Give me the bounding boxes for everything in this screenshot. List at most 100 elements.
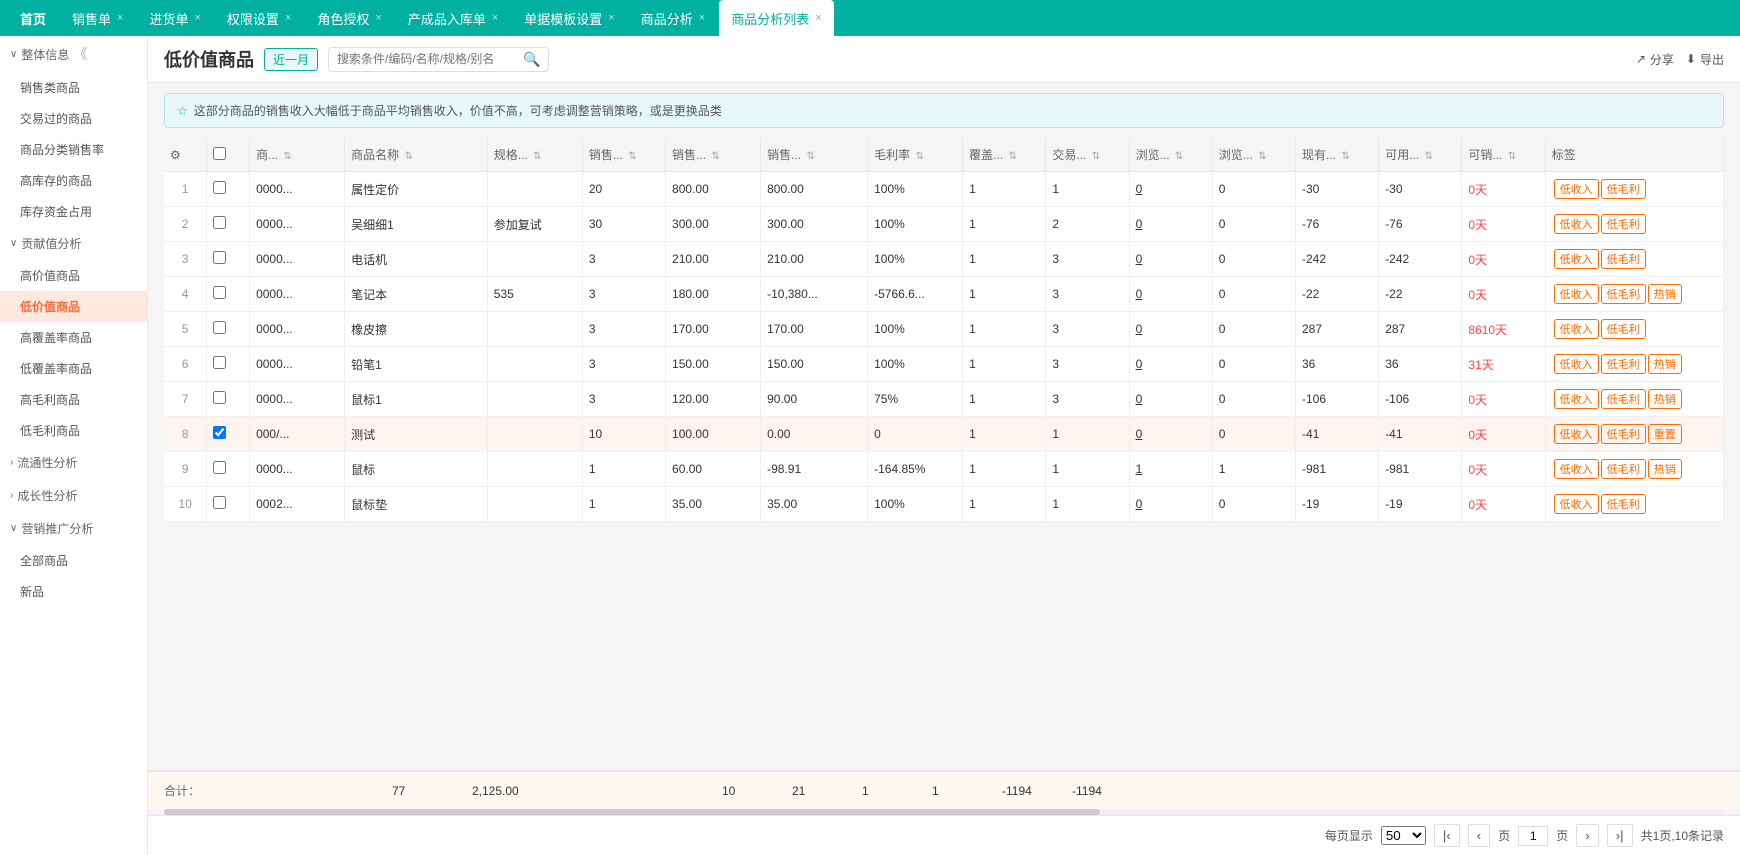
nav-tab-permission[interactable]: 权限设置 × — [215, 0, 303, 36]
browse-link[interactable]: 0 — [1136, 392, 1143, 406]
search-input[interactable] — [337, 52, 517, 66]
row-checkbox[interactable] — [213, 461, 226, 474]
row-checkbox-cell[interactable] — [207, 347, 250, 382]
sidebar-item-low-coverage[interactable]: 低覆盖率商品 — [0, 353, 147, 384]
row-checkbox[interactable] — [213, 426, 226, 439]
close-icon[interactable]: × — [815, 12, 821, 24]
sidebar-item-new-goods[interactable]: 新品 — [0, 576, 147, 607]
sidebar-item-low-margin[interactable]: 低毛利商品 — [0, 415, 147, 446]
th-sales-amount[interactable]: 销售... ⇅ — [666, 138, 761, 172]
th-margin-rate[interactable]: 毛利率 ⇅ — [868, 138, 963, 172]
sidebar-item-stock-capital[interactable]: 库存资金占用 — [0, 196, 147, 227]
row-browse2: 0 — [1212, 312, 1295, 347]
row-checkbox-cell[interactable] — [207, 242, 250, 277]
browse-link[interactable]: 0 — [1136, 217, 1143, 231]
share-button[interactable]: ↗ 分享 — [1636, 51, 1674, 68]
row-checkbox[interactable] — [213, 181, 226, 194]
select-all-checkbox[interactable] — [213, 147, 226, 160]
settings-icon[interactable]: ⚙ — [170, 148, 181, 162]
th-sales-profit[interactable]: 销售... ⇅ — [761, 138, 868, 172]
sidebar-item-sales-goods[interactable]: 销售类商品 — [0, 72, 147, 103]
browse-link[interactable]: 0 — [1136, 322, 1143, 336]
row-checkbox-cell[interactable] — [207, 172, 250, 207]
th-sales-qty[interactable]: 销售... ⇅ — [582, 138, 665, 172]
close-icon[interactable]: × — [492, 12, 498, 24]
export-button[interactable]: ⬇ 导出 — [1686, 51, 1724, 68]
th-transaction[interactable]: 交易... ⇅ — [1046, 138, 1129, 172]
table-row: 4 0000... 笔记本 535 3 180.00 -10,380... -5… — [164, 277, 1724, 312]
row-tags: 低收入低毛利 — [1545, 487, 1723, 522]
sidebar-item-all-goods[interactable]: 全部商品 — [0, 545, 147, 576]
row-checkbox-cell[interactable] — [207, 312, 250, 347]
nav-tab-product-in[interactable]: 产成品入库单 × — [396, 0, 510, 36]
nav-tab-analysis[interactable]: 商品分析 × — [629, 0, 717, 36]
sidebar-item-low-value[interactable]: 低价值商品 — [0, 291, 147, 322]
search-icon[interactable]: 🔍 — [523, 51, 540, 68]
browse-link[interactable]: 0 — [1136, 182, 1143, 196]
row-checkbox[interactable] — [213, 391, 226, 404]
nav-tab-sales[interactable]: 销售单 × — [60, 0, 135, 36]
sidebar-item-high-stock[interactable]: 高库存的商品 — [0, 165, 147, 196]
nav-home[interactable]: 首页 — [8, 0, 58, 36]
sidebar-group-contribution[interactable]: ∨ 贡献值分析 — [0, 227, 147, 260]
sidebar-item-high-value[interactable]: 高价值商品 — [0, 260, 147, 291]
page-size-select[interactable]: 50 100 200 — [1381, 826, 1426, 845]
close-icon[interactable]: × — [375, 12, 381, 24]
sidebar-item-high-margin[interactable]: 高毛利商品 — [0, 384, 147, 415]
close-icon[interactable]: × — [194, 12, 200, 24]
browse-link[interactable]: 0 — [1136, 427, 1143, 441]
sidebar-item-high-coverage[interactable]: 高覆盖率商品 — [0, 322, 147, 353]
row-checkbox-cell[interactable] — [207, 207, 250, 242]
browse-link[interactable]: 0 — [1136, 357, 1143, 371]
sidebar-group-growth[interactable]: › 成长性分析 — [0, 479, 147, 512]
nav-tab-analysis-list[interactable]: 商品分析列表 × — [719, 0, 833, 36]
row-checkbox-cell[interactable] — [207, 382, 250, 417]
sidebar-item-category-sales[interactable]: 商品分类销售率 — [0, 134, 147, 165]
row-code: 0000... — [250, 172, 345, 207]
close-icon[interactable]: × — [285, 12, 291, 24]
th-current-stock[interactable]: 现有... ⇅ — [1295, 138, 1378, 172]
row-checkbox-cell[interactable] — [207, 487, 250, 522]
row-checkbox-cell[interactable] — [207, 277, 250, 312]
row-available: -76 — [1379, 207, 1462, 242]
th-name[interactable]: 商品名称 ⇅ — [345, 138, 488, 172]
close-icon[interactable]: × — [608, 12, 614, 24]
row-checkbox-cell[interactable] — [207, 417, 250, 452]
browse-link[interactable]: 0 — [1136, 252, 1143, 266]
filter-tag-recent[interactable]: 近一月 — [264, 48, 318, 71]
close-icon[interactable]: × — [699, 12, 705, 24]
row-checkbox[interactable] — [213, 356, 226, 369]
th-code[interactable]: 商... ⇅ — [250, 138, 345, 172]
nav-tab-role[interactable]: 角色授权 × — [305, 0, 393, 36]
close-icon[interactable]: × — [117, 12, 123, 24]
browse-link[interactable]: 0 — [1136, 497, 1143, 511]
nav-tab-template[interactable]: 单据模板设置 × — [512, 0, 626, 36]
next-page-button[interactable]: › — [1576, 824, 1598, 847]
row-checkbox[interactable] — [213, 496, 226, 509]
collapse-icon[interactable]: 《 — [73, 44, 87, 64]
th-browse2[interactable]: 浏览... ⇅ — [1212, 138, 1295, 172]
row-checkbox[interactable] — [213, 286, 226, 299]
sidebar-group-overall[interactable]: ∨ 整体信息 《 — [0, 36, 147, 72]
sidebar-item-traded-goods[interactable]: 交易过的商品 — [0, 103, 147, 134]
browse-link[interactable]: 0 — [1136, 287, 1143, 301]
th-available[interactable]: 可用... ⇅ — [1379, 138, 1462, 172]
browse-link[interactable]: 1 — [1136, 462, 1143, 476]
page-number-input[interactable] — [1518, 826, 1548, 846]
row-checkbox-cell[interactable] — [207, 452, 250, 487]
nav-tab-purchase[interactable]: 进货单 × — [137, 0, 212, 36]
sidebar-group-marketing[interactable]: ∨ 营销推广分析 — [0, 512, 147, 545]
th-checkbox[interactable] — [207, 138, 250, 172]
sidebar-group-liquidity[interactable]: › 流通性分析 — [0, 446, 147, 479]
prev-page-button[interactable]: ‹ — [1468, 824, 1490, 847]
th-coverage[interactable]: 覆盖... ⇅ — [963, 138, 1046, 172]
th-settings[interactable]: ⚙ — [164, 138, 207, 172]
first-page-button[interactable]: |‹ — [1434, 824, 1460, 847]
th-spec[interactable]: 规格... ⇅ — [487, 138, 582, 172]
row-checkbox[interactable] — [213, 216, 226, 229]
th-saleable[interactable]: 可销... ⇅ — [1462, 138, 1545, 172]
row-checkbox[interactable] — [213, 321, 226, 334]
th-browse1[interactable]: 浏览... ⇅ — [1129, 138, 1212, 172]
row-checkbox[interactable] — [213, 251, 226, 264]
last-page-button[interactable]: ›| — [1607, 824, 1633, 847]
